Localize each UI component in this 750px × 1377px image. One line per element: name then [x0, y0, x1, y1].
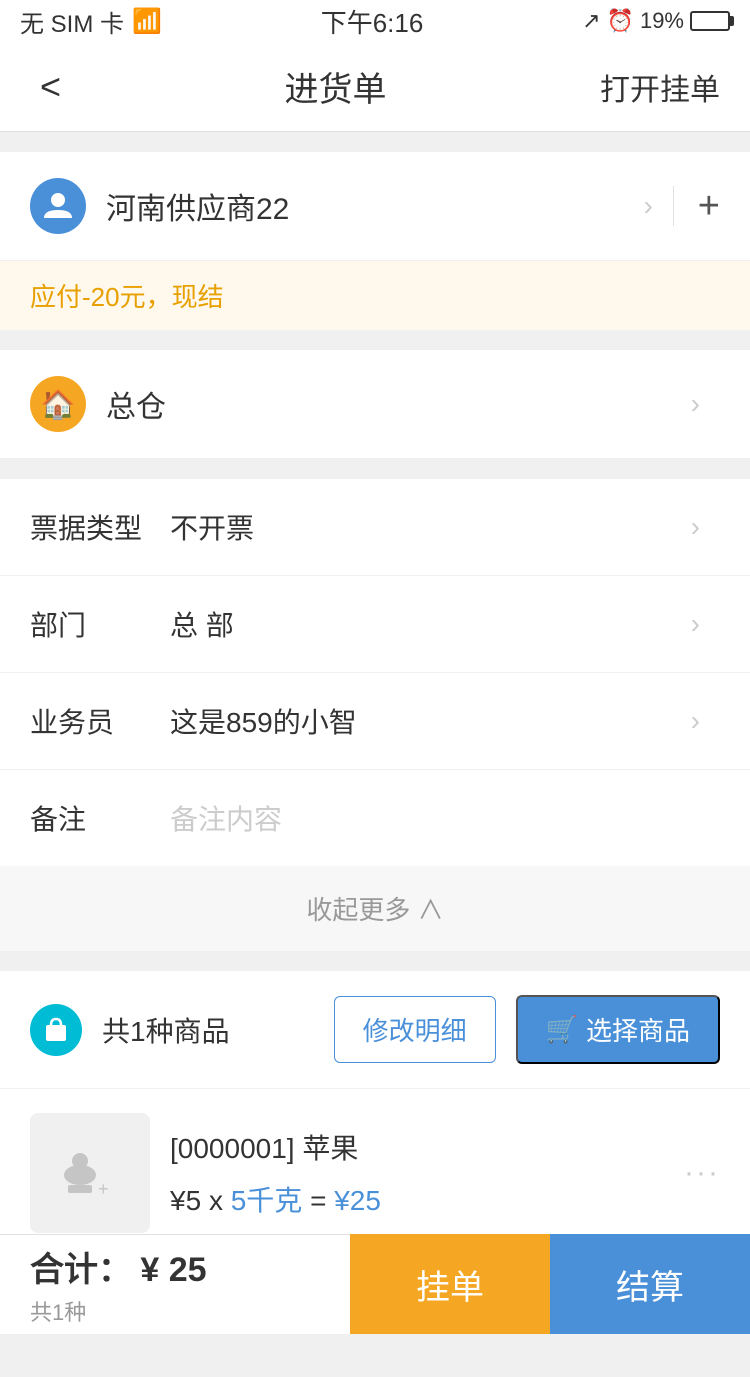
- supplier-section: 河南供应商22 › + 应付-20元，现结: [0, 152, 750, 330]
- nav-bar: < 进货单 打开挂单: [0, 42, 750, 132]
- open-hold-button[interactable]: 打开挂单: [600, 65, 720, 109]
- form-section: 票据类型 不开票 › 部门 总 部 › 业务员 这是859的小智 › 备注 备注…: [0, 478, 750, 866]
- ticket-type-value: 不开票: [170, 507, 691, 547]
- salesman-chevron-icon: ›: [691, 705, 700, 737]
- wifi-icon: 📶: [132, 7, 162, 36]
- salesman-row[interactable]: 业务员 这是859的小智 ›: [0, 672, 750, 769]
- salesman-value: 这是859的小智: [170, 701, 691, 741]
- checkout-button[interactable]: 结算: [550, 1234, 750, 1334]
- status-left: 无 SIM 卡 📶: [20, 4, 162, 39]
- back-button[interactable]: <: [30, 56, 71, 118]
- edit-detail-button[interactable]: 修改明细: [334, 996, 496, 1063]
- battery-icon: [690, 11, 730, 31]
- products-header: 共1种商品 修改明细 🛒 选择商品: [0, 971, 750, 1088]
- product-qty: 5千克: [231, 1185, 303, 1216]
- department-label: 部门: [30, 604, 150, 644]
- collapse-toggle[interactable]: 收起更多 ∧: [0, 866, 750, 951]
- divider: [673, 186, 674, 226]
- warehouse-name: 总仓: [106, 382, 691, 426]
- product-count-label: 共1种商品: [102, 1010, 314, 1050]
- summary-total: 合计： ¥ 25: [30, 1242, 320, 1291]
- warehouse-icon: 🏠: [30, 376, 86, 432]
- remark-input[interactable]: 备注内容: [170, 798, 720, 838]
- warehouse-section: 🏠 总仓 ›: [0, 350, 750, 458]
- battery-percent: 19%: [640, 8, 684, 34]
- supplier-row[interactable]: 河南供应商22 › +: [0, 152, 750, 261]
- product-more-button[interactable]: ···: [684, 1156, 720, 1190]
- remark-row[interactable]: 备注 备注内容: [0, 769, 750, 866]
- location-icon: ↗: [582, 8, 600, 34]
- main-content: 河南供应商22 › + 应付-20元，现结 🏠 总仓 › 票据类型 不开票 › …: [0, 132, 750, 1377]
- page-title: 进货单: [285, 62, 387, 111]
- department-chevron-icon: ›: [691, 608, 700, 640]
- product-name: [0000001] 苹果: [170, 1127, 664, 1167]
- bag-icon: [41, 1015, 71, 1045]
- total-value: ¥ 25: [140, 1251, 206, 1289]
- product-item: + [0000001] 苹果 ¥5 x 5千克 = ¥25 ···: [0, 1088, 750, 1257]
- total-label: 合计：: [30, 1251, 132, 1289]
- department-row[interactable]: 部门 总 部 ›: [0, 575, 750, 672]
- add-supplier-button[interactable]: +: [698, 185, 720, 228]
- supplier-name: 河南供应商22: [106, 184, 643, 228]
- select-product-button[interactable]: 🛒 选择商品: [516, 995, 720, 1064]
- ticket-type-chevron-icon: ›: [691, 511, 700, 543]
- status-bar: 无 SIM 卡 📶 下午6:16 ↗ ⏰ 19%: [0, 0, 750, 42]
- supplier-notice: 应付-20元，现结: [0, 261, 750, 330]
- ticket-type-row[interactable]: 票据类型 不开票 ›: [0, 478, 750, 575]
- alarm-icon: ⏰: [607, 8, 634, 34]
- department-value: 总 部: [170, 604, 691, 644]
- status-right: ↗ ⏰ 19%: [582, 8, 730, 34]
- product-count-icon: [30, 1004, 82, 1056]
- gap-4: [0, 951, 750, 971]
- salesman-label: 业务员: [30, 701, 150, 741]
- ticket-type-label: 票据类型: [30, 507, 150, 547]
- gap-3: [0, 458, 750, 478]
- gap-1: [0, 132, 750, 152]
- products-section: 共1种商品 修改明细 🛒 选择商品 + [0000001]: [0, 971, 750, 1257]
- hold-button[interactable]: 挂单: [350, 1234, 550, 1334]
- cart-icon: 🛒: [546, 1014, 578, 1045]
- gap-2: [0, 330, 750, 350]
- warehouse-chevron-icon: ›: [691, 388, 700, 420]
- product-price-row: ¥5 x 5千克 = ¥25: [170, 1179, 664, 1219]
- product-total: ¥25: [334, 1185, 381, 1216]
- product-thumbnail: +: [30, 1113, 150, 1233]
- order-summary: 合计： ¥ 25 共1种: [0, 1234, 350, 1334]
- svg-text:+: +: [98, 1179, 109, 1199]
- carrier-text: 无 SIM 卡: [20, 4, 124, 39]
- time-display: 下午6:16: [321, 3, 424, 40]
- supplier-chevron-icon: ›: [643, 190, 652, 222]
- product-info: [0000001] 苹果 ¥5 x 5千克 = ¥25: [170, 1127, 664, 1219]
- supplier-avatar: [30, 178, 86, 234]
- person-icon: [42, 190, 74, 222]
- remark-label: 备注: [30, 798, 150, 838]
- product-thumb-icon: +: [60, 1143, 120, 1203]
- summary-count: 共1种: [30, 1295, 320, 1327]
- bottom-bar: 合计： ¥ 25 共1种 挂单 结算: [0, 1234, 750, 1334]
- warehouse-row[interactable]: 🏠 总仓 ›: [0, 350, 750, 458]
